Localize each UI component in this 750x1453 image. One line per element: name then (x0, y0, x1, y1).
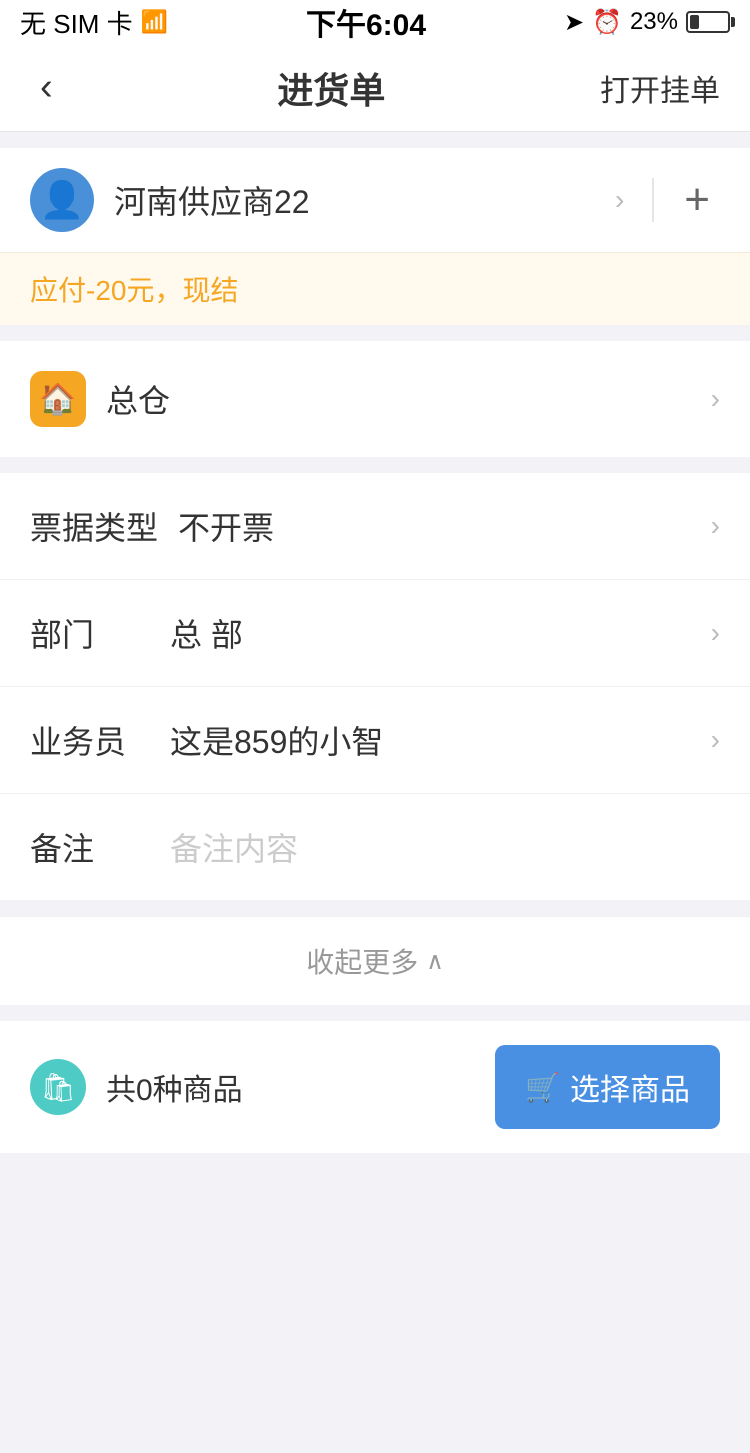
collapse-row[interactable]: 收起更多 ∧ (0, 916, 750, 1005)
page-title: 进货单 (277, 62, 385, 114)
department-label: 部门 (30, 610, 150, 656)
salesperson-label: 业务员 (30, 717, 150, 763)
warehouse-chevron-icon: › (711, 383, 720, 415)
remark-label: 备注 (30, 824, 150, 870)
status-left: 无 SIM 卡 📶 (20, 4, 168, 41)
supplier-chevron-icon: › (615, 184, 624, 216)
balance-notice: 应付-20元，现结 (0, 252, 750, 325)
salesperson-row[interactable]: 业务员 这是859的小智 › (0, 687, 750, 794)
product-section: 🛍 共0种商品 🛒 选择商品 (0, 1021, 750, 1153)
cart-icon: 🛒 (525, 1071, 560, 1104)
warehouse-section: 🏠 总仓 › (0, 341, 750, 457)
supplier-row[interactable]: 👤 河南供应商22 › + (0, 148, 750, 252)
remark-placeholder[interactable]: 备注内容 (170, 824, 720, 870)
location-icon: ➤ (564, 8, 584, 37)
select-product-button[interactable]: 🛒 选择商品 (495, 1045, 720, 1129)
invoice-type-chevron-icon: › (711, 510, 720, 542)
warehouse-icon: 🏠 (39, 382, 76, 417)
salesperson-value: 这是859的小智 (170, 717, 711, 763)
invoice-type-value: 不开票 (178, 503, 711, 549)
supplier-avatar: 👤 (30, 168, 94, 232)
bottom-area (0, 1153, 750, 1453)
supplier-section: 👤 河南供应商22 › + 应付-20元，现结 (0, 148, 750, 325)
nav-bar: ‹ 进货单 打开挂单 (0, 44, 750, 132)
back-button[interactable]: ‹ (30, 56, 63, 119)
shopping-bag-icon: 🛍 (40, 1071, 76, 1104)
product-bag-icon-wrap: 🛍 (30, 1059, 86, 1115)
warehouse-icon-wrap: 🏠 (30, 371, 86, 427)
supplier-name: 河南供应商22 (114, 177, 615, 223)
department-chevron-icon: › (711, 617, 720, 649)
department-value: 总 部 (170, 610, 711, 656)
warehouse-name: 总仓 (106, 376, 711, 422)
add-supplier-button[interactable]: + (674, 175, 720, 225)
invoice-type-row[interactable]: 票据类型 不开票 › (0, 473, 750, 580)
select-product-label: 选择商品 (570, 1065, 690, 1109)
invoice-type-label: 票据类型 (30, 503, 158, 549)
product-count: 共0种商品 (106, 1065, 495, 1109)
wifi-icon: 📶 (141, 9, 168, 35)
collapse-chevron-icon: ∧ (426, 947, 444, 976)
remark-row[interactable]: 备注 备注内容 (0, 794, 750, 900)
battery-icon (686, 11, 730, 33)
status-right: ➤ ⏰ 23% (564, 8, 730, 37)
collapse-label: 收起更多 (306, 941, 418, 981)
top-divider (0, 132, 750, 148)
department-row[interactable]: 部门 总 部 › (0, 580, 750, 687)
warehouse-row[interactable]: 🏠 总仓 › (0, 341, 750, 457)
form-section: 票据类型 不开票 › 部门 总 部 › 业务员 这是859的小智 › 备注 备注… (0, 473, 750, 900)
status-bar: 无 SIM 卡 📶 下午6:04 ➤ ⏰ 23% (0, 0, 750, 44)
status-time: 下午6:04 (306, 0, 426, 44)
no-sim-label: 无 SIM 卡 (20, 4, 133, 41)
open-pending-button[interactable]: 打开挂单 (600, 66, 720, 110)
alarm-icon: ⏰ (592, 8, 622, 37)
salesperson-chevron-icon: › (711, 724, 720, 756)
vertical-divider (652, 178, 654, 222)
person-icon: 👤 (40, 179, 85, 221)
battery-percent: 23% (630, 8, 678, 36)
